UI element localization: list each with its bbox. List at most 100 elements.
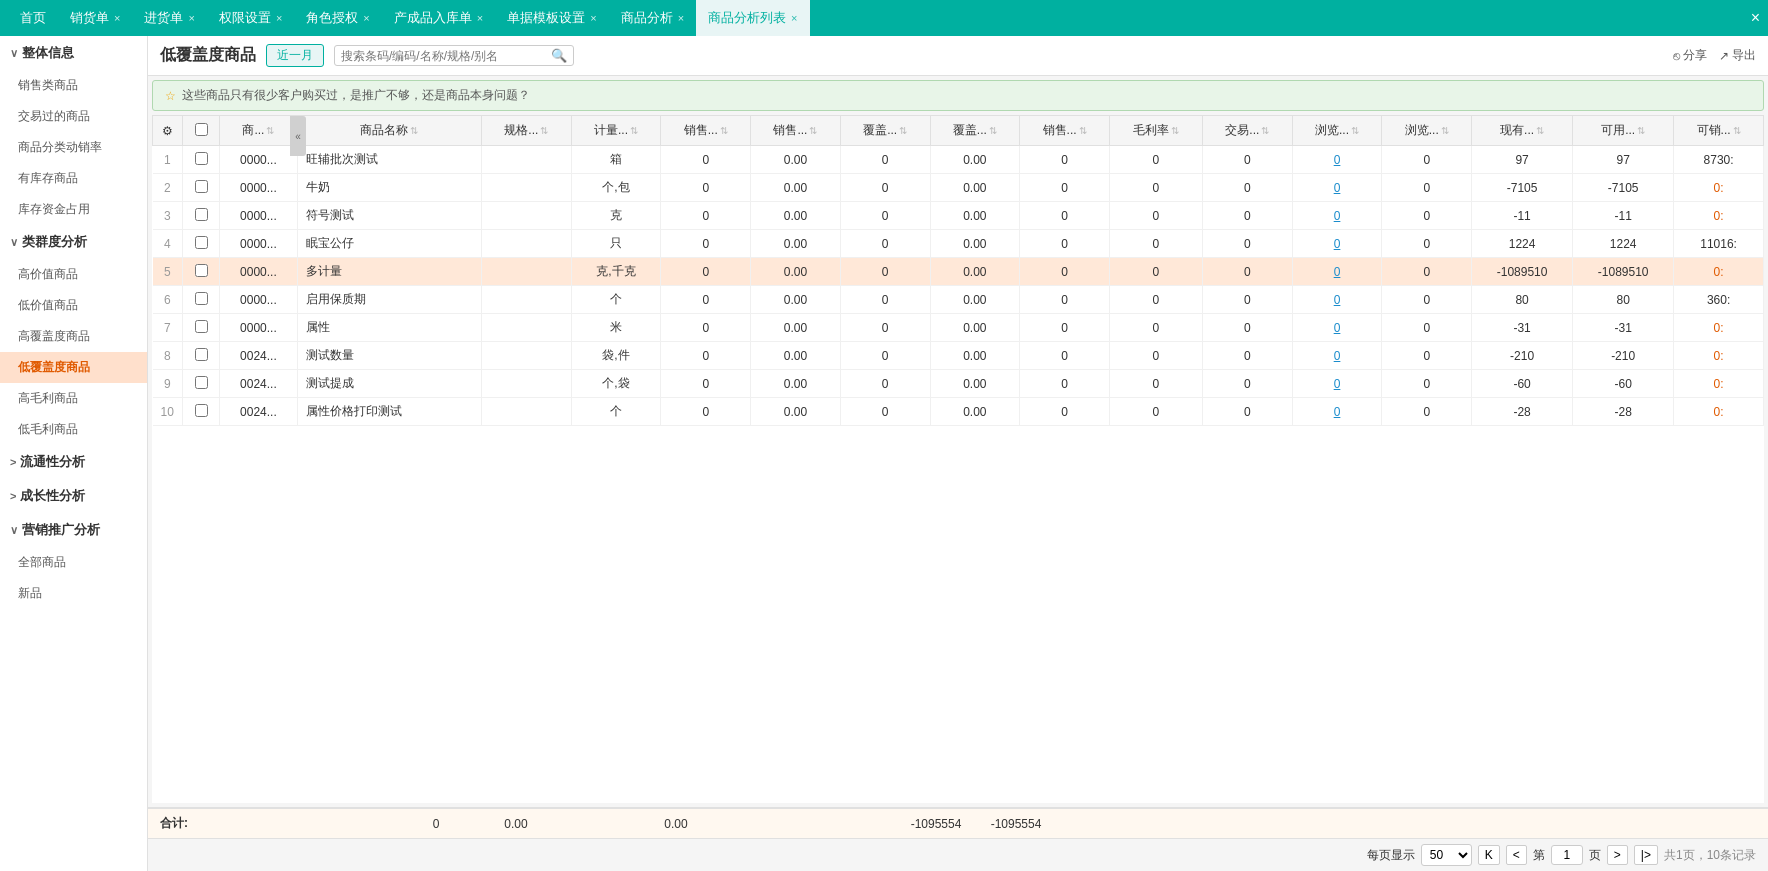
row-browse1[interactable]: 0	[1292, 230, 1382, 258]
nav-item-roles[interactable]: 角色授权 ×	[294, 0, 381, 36]
checkbox-col-header[interactable]	[183, 116, 220, 146]
settings-col-header[interactable]: ⚙	[153, 116, 183, 146]
sidebar-section-marketing[interactable]: ∨ 营销推广分析	[0, 513, 147, 547]
row-checkbox[interactable]	[183, 342, 220, 370]
sidebar-section-growth[interactable]: > 成长性分析	[0, 479, 147, 513]
last-page-button[interactable]: |>	[1634, 845, 1658, 865]
select-all-checkbox[interactable]	[195, 123, 208, 136]
page-size-select[interactable]: 50 100 200	[1421, 844, 1472, 866]
sidebar-item-sales-goods[interactable]: 销售类商品	[0, 70, 147, 101]
close-icon[interactable]: ×	[188, 12, 194, 24]
sidebar-item-stock-goods[interactable]: 有库存商品	[0, 163, 147, 194]
row-browse1[interactable]: 0	[1292, 258, 1382, 286]
col-name[interactable]: 商品名称⇅	[297, 116, 481, 146]
row-browse1[interactable]: 0	[1292, 146, 1382, 174]
sidebar-section-group[interactable]: ∨ 类群度分析	[0, 225, 147, 259]
first-page-button[interactable]: K	[1478, 845, 1500, 865]
share-button[interactable]: ⎋ 分享	[1673, 47, 1707, 64]
sidebar-item-high-margin[interactable]: 高毛利商品	[0, 383, 147, 414]
row-browse1[interactable]: 0	[1292, 398, 1382, 426]
sidebar-item-stock-capital[interactable]: 库存资金占用	[0, 194, 147, 225]
row-browse1[interactable]: 0	[1292, 202, 1382, 230]
data-table-container[interactable]: ⚙ 商...⇅ 商品名称⇅ 规格...⇅ 计量...⇅ 销售...⇅ 销售...…	[152, 115, 1764, 803]
sidebar-section-overall[interactable]: ∨ 整体信息	[0, 36, 147, 70]
col-browse1[interactable]: 浏览...⇅	[1292, 116, 1382, 146]
export-button[interactable]: ↗ 导出	[1719, 47, 1756, 64]
sidebar-item-low-value[interactable]: 低价值商品	[0, 290, 147, 321]
row-browse1[interactable]: 0	[1292, 342, 1382, 370]
nav-item-sales[interactable]: 销货单 ×	[58, 0, 132, 36]
nav-item-analysis[interactable]: 商品分析 ×	[609, 0, 696, 36]
close-icon[interactable]: ×	[276, 12, 282, 24]
sidebar-item-new-goods[interactable]: 新品	[0, 578, 147, 609]
row-browse1[interactable]: 0	[1292, 286, 1382, 314]
close-icon[interactable]: ×	[791, 12, 797, 24]
col-trade[interactable]: 交易...⇅	[1202, 116, 1292, 146]
col-margin[interactable]: 毛利率⇅	[1109, 116, 1202, 146]
nav-item-products[interactable]: 产成品入库单 ×	[382, 0, 495, 36]
close-icon[interactable]: ×	[363, 12, 369, 24]
col-spec[interactable]: 规格...⇅	[481, 116, 571, 146]
page-number-input[interactable]	[1551, 845, 1583, 865]
row-select-checkbox[interactable]	[195, 208, 208, 221]
col-sales3[interactable]: 销售...⇅	[1020, 116, 1110, 146]
row-select-checkbox[interactable]	[195, 320, 208, 333]
col-unit[interactable]: 计量...⇅	[571, 116, 661, 146]
row-checkbox[interactable]	[183, 146, 220, 174]
sidebar-item-traded-goods[interactable]: 交易过的商品	[0, 101, 147, 132]
row-browse1[interactable]: 0	[1292, 174, 1382, 202]
close-icon[interactable]: ×	[678, 12, 684, 24]
sidebar-section-liquidity[interactable]: > 流通性分析	[0, 445, 147, 479]
row-select-checkbox[interactable]	[195, 376, 208, 389]
row-select-checkbox[interactable]	[195, 292, 208, 305]
row-checkbox[interactable]	[183, 398, 220, 426]
row-checkbox[interactable]	[183, 258, 220, 286]
sidebar-item-low-coverage[interactable]: 低覆盖度商品	[0, 352, 147, 383]
sidebar-collapse-button[interactable]: «	[290, 116, 306, 156]
col-sales-amt[interactable]: 销售...⇅	[751, 116, 841, 146]
row-select-checkbox[interactable]	[195, 348, 208, 361]
row-select-checkbox[interactable]	[195, 236, 208, 249]
col-code[interactable]: 商...⇅	[220, 116, 297, 146]
nav-item-purchase[interactable]: 进货单 ×	[132, 0, 206, 36]
row-browse2: 0	[1382, 146, 1472, 174]
close-icon[interactable]: ×	[590, 12, 596, 24]
prev-page-button[interactable]: <	[1506, 845, 1527, 865]
col-cover2[interactable]: 覆盖...⇅	[930, 116, 1020, 146]
col-available[interactable]: 可用...⇅	[1573, 116, 1674, 146]
nav-item-permissions[interactable]: 权限设置 ×	[207, 0, 294, 36]
sort-icon: ⇅	[630, 125, 638, 136]
row-checkbox[interactable]	[183, 314, 220, 342]
row-select-checkbox[interactable]	[195, 264, 208, 277]
col-browse2[interactable]: 浏览...⇅	[1382, 116, 1472, 146]
sidebar-item-high-coverage[interactable]: 高覆盖度商品	[0, 321, 147, 352]
nav-close-all-button[interactable]: ×	[1751, 9, 1760, 27]
row-browse1[interactable]: 0	[1292, 370, 1382, 398]
row-select-checkbox[interactable]	[195, 180, 208, 193]
row-select-checkbox[interactable]	[195, 152, 208, 165]
sidebar-item-all-goods[interactable]: 全部商品	[0, 547, 147, 578]
nav-item-templates[interactable]: 单据模板设置 ×	[495, 0, 608, 36]
close-icon[interactable]: ×	[477, 12, 483, 24]
col-saleable[interactable]: 可销...⇅	[1674, 116, 1764, 146]
row-checkbox[interactable]	[183, 174, 220, 202]
row-checkbox[interactable]	[183, 286, 220, 314]
nav-item-analysis-list[interactable]: 商品分析列表 ×	[696, 0, 809, 36]
close-icon[interactable]: ×	[114, 12, 120, 24]
next-page-button[interactable]: >	[1607, 845, 1628, 865]
sidebar-item-category-rate[interactable]: 商品分类动销率	[0, 132, 147, 163]
search-input[interactable]	[341, 49, 551, 63]
row-checkbox[interactable]	[183, 230, 220, 258]
row-checkbox[interactable]	[183, 202, 220, 230]
sidebar-item-high-value[interactable]: 高价值商品	[0, 259, 147, 290]
content-header: 低覆盖度商品 近一月 🔍 ⎋ 分享 ↗ 导出	[148, 36, 1768, 76]
sidebar-item-low-margin[interactable]: 低毛利商品	[0, 414, 147, 445]
col-cover1[interactable]: 覆盖...⇅	[840, 116, 930, 146]
col-sales-qty[interactable]: 销售...⇅	[661, 116, 751, 146]
period-button[interactable]: 近一月	[266, 44, 324, 67]
row-select-checkbox[interactable]	[195, 404, 208, 417]
row-browse1[interactable]: 0	[1292, 314, 1382, 342]
col-current[interactable]: 现有...⇅	[1472, 116, 1573, 146]
row-checkbox[interactable]	[183, 370, 220, 398]
nav-item-home[interactable]: 首页	[8, 0, 58, 36]
